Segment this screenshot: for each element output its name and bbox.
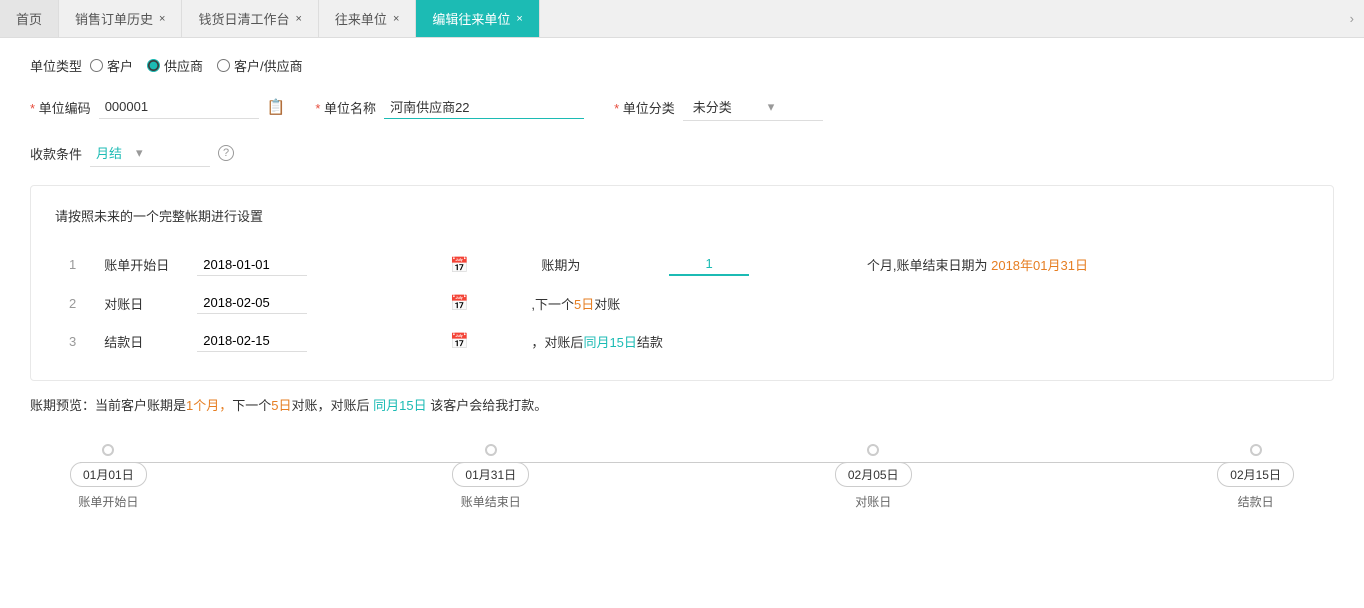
period-suffix: 个月,账单结束日期为: [867, 258, 988, 273]
close-tab-cash-work[interactable]: ×: [295, 13, 301, 25]
timeline-badge-2: 01月31日: [452, 462, 529, 487]
tab-more-button[interactable]: ›: [1340, 0, 1364, 37]
timeline-label-2: 账单结束日: [461, 493, 521, 510]
radio-customer[interactable]: 客户: [90, 56, 133, 75]
preview-suffix1: 对账，对账后: [292, 398, 370, 413]
tab-cash-work[interactable]: 钱货日清工作台 ×: [182, 0, 318, 37]
period-input[interactable]: [669, 253, 749, 276]
preview-highlight2: 5日: [271, 398, 291, 413]
timeline-point-1: 01月01日 账单开始日: [70, 444, 147, 510]
unit-category-value: 未分类: [693, 97, 732, 116]
tab-partner[interactable]: 往来单位 ×: [319, 0, 416, 37]
timeline-point-4: 02月15日 结款日: [1217, 444, 1294, 510]
timeline-badge-1: 01月01日: [70, 462, 147, 487]
preview-middle: 下一个: [232, 398, 271, 413]
preview-prefix: 账期预览：当前客户账期是: [30, 398, 186, 413]
payment-term-value: 月结: [96, 143, 122, 162]
preview-highlight3: 同月15日: [373, 398, 426, 413]
timeline-badge-3: 02月05日: [835, 462, 912, 487]
step-num-3: 3: [55, 322, 90, 360]
payment-date-input[interactable]: [197, 330, 307, 352]
preview-text: 账期预览：当前客户账期是1个月，下一个5日对账，对账后 同月15日 该客户会给我…: [30, 395, 1334, 414]
close-tab-edit-partner[interactable]: ×: [516, 13, 522, 25]
timeline-points: 01月01日 账单开始日 01月31日 账单结束日 02月05日 对账日 02月…: [70, 444, 1294, 510]
code-name-row: 单位编码 📋 单位名称 单位分类 未分类 ▾: [30, 93, 1334, 121]
chevron-down-icon-2: ▾: [136, 145, 143, 161]
tab-home[interactable]: 首页: [0, 0, 59, 37]
step-label-2: 对账日: [90, 284, 183, 322]
main-content: 单位类型 客户 供应商 客户/供应商 单位编码 📋: [0, 38, 1364, 608]
unit-code-field: 单位编码 📋: [30, 95, 285, 119]
unit-name-label: 单位名称: [315, 98, 376, 117]
close-tab-sales-history[interactable]: ×: [159, 13, 165, 25]
unit-type-row: 单位类型 客户 供应商 客户/供应商: [30, 56, 1334, 75]
chevron-down-icon: ▾: [768, 99, 775, 115]
payment-desc2: 结款: [637, 335, 663, 350]
step-row-2: 2 对账日 📅 ,下一个5日对账: [55, 284, 1309, 322]
unit-name-field: 单位名称: [315, 95, 584, 119]
timeline-point-2: 01月31日 账单结束日: [452, 444, 529, 510]
step-num-2: 2: [55, 284, 90, 322]
unit-code-label: 单位编码: [30, 98, 91, 117]
payment-date-calendar-icon[interactable]: 📅: [450, 333, 469, 350]
unit-type-label: 单位类型: [30, 56, 82, 75]
reconcile-desc2: 对账: [594, 297, 620, 312]
timeline-label-3: 对账日: [855, 493, 891, 510]
close-tab-partner[interactable]: ×: [393, 13, 399, 25]
step-label-1: 账单开始日: [90, 245, 183, 284]
steps-table: 1 账单开始日 📅 账期为 个月,账单结束日期为: [55, 245, 1309, 360]
radio-group: 客户 供应商 客户/供应商: [90, 56, 303, 75]
radio-both[interactable]: 客户/供应商: [217, 56, 303, 75]
timeline-badge-4: 02月15日: [1217, 462, 1294, 487]
payment-term-field: 收款条件 月结 ▾ ?: [30, 139, 234, 167]
help-icon[interactable]: ?: [218, 145, 234, 161]
section-title: 请按照未来的一个完整帐期进行设置: [55, 206, 1309, 225]
timeline-dot-2: [485, 444, 497, 456]
start-date-calendar-icon[interactable]: 📅: [450, 257, 469, 274]
timeline-label-4: 结款日: [1238, 493, 1274, 510]
timeline: 01月01日 账单开始日 01月31日 账单结束日 02月05日 对账日 02月…: [30, 434, 1334, 540]
payment-desc1: ，对账后: [531, 335, 583, 350]
reconcile-date-calendar-icon[interactable]: 📅: [450, 295, 469, 312]
radio-supplier[interactable]: 供应商: [147, 56, 203, 75]
unit-category-label: 单位分类: [614, 98, 675, 117]
unit-name-input[interactable]: [384, 95, 584, 119]
start-date-input[interactable]: [197, 254, 307, 276]
tab-edit-partner[interactable]: 编辑往来单位 ×: [416, 0, 539, 37]
unit-code-input[interactable]: [99, 95, 259, 119]
reconcile-date-input[interactable]: [197, 292, 307, 314]
preview-suffix2: 该客户会给我打款。: [430, 398, 547, 413]
period-label: 账期为: [541, 258, 580, 273]
step-row-1: 1 账单开始日 📅 账期为 个月,账单结束日期为: [55, 245, 1309, 284]
unit-category-select[interactable]: 未分类 ▾: [683, 93, 823, 121]
timeline-label-1: 账单开始日: [78, 493, 138, 510]
payment-term-select[interactable]: 月结 ▾: [90, 139, 210, 167]
tab-sales-history[interactable]: 销售订单历史 ×: [59, 0, 182, 37]
payment-day-highlight: 同月15日: [583, 335, 636, 350]
unit-category-field: 单位分类 未分类 ▾: [614, 93, 823, 121]
code-calendar-icon[interactable]: 📋: [267, 98, 286, 116]
end-date-highlight: 2018年01月31日: [991, 258, 1088, 273]
reconcile-desc1: ,下一个: [531, 297, 574, 312]
timeline-dot-1: [102, 444, 114, 456]
payment-term-row: 收款条件 月结 ▾ ?: [30, 139, 1334, 167]
payment-term-label: 收款条件: [30, 144, 82, 163]
preview-highlight1: 1个月，: [186, 398, 232, 413]
timeline-dot-3: [867, 444, 879, 456]
section-box: 请按照未来的一个完整帐期进行设置 1 账单开始日 📅 账期为: [30, 185, 1334, 381]
unit-type-field: 单位类型 客户 供应商 客户/供应商: [30, 56, 303, 75]
timeline-point-3: 02月05日 对账日: [835, 444, 912, 510]
reconcile-day-highlight: 5日: [574, 297, 594, 312]
timeline-dot-4: [1250, 444, 1262, 456]
step-row-3: 3 结款日 📅 ，对账后同月15日结款: [55, 322, 1309, 360]
tab-bar: 首页 销售订单历史 × 钱货日清工作台 × 往来单位 × 编辑往来单位 × ›: [0, 0, 1364, 38]
step-num-1: 1: [55, 245, 90, 284]
step-label-3: 结款日: [90, 322, 183, 360]
